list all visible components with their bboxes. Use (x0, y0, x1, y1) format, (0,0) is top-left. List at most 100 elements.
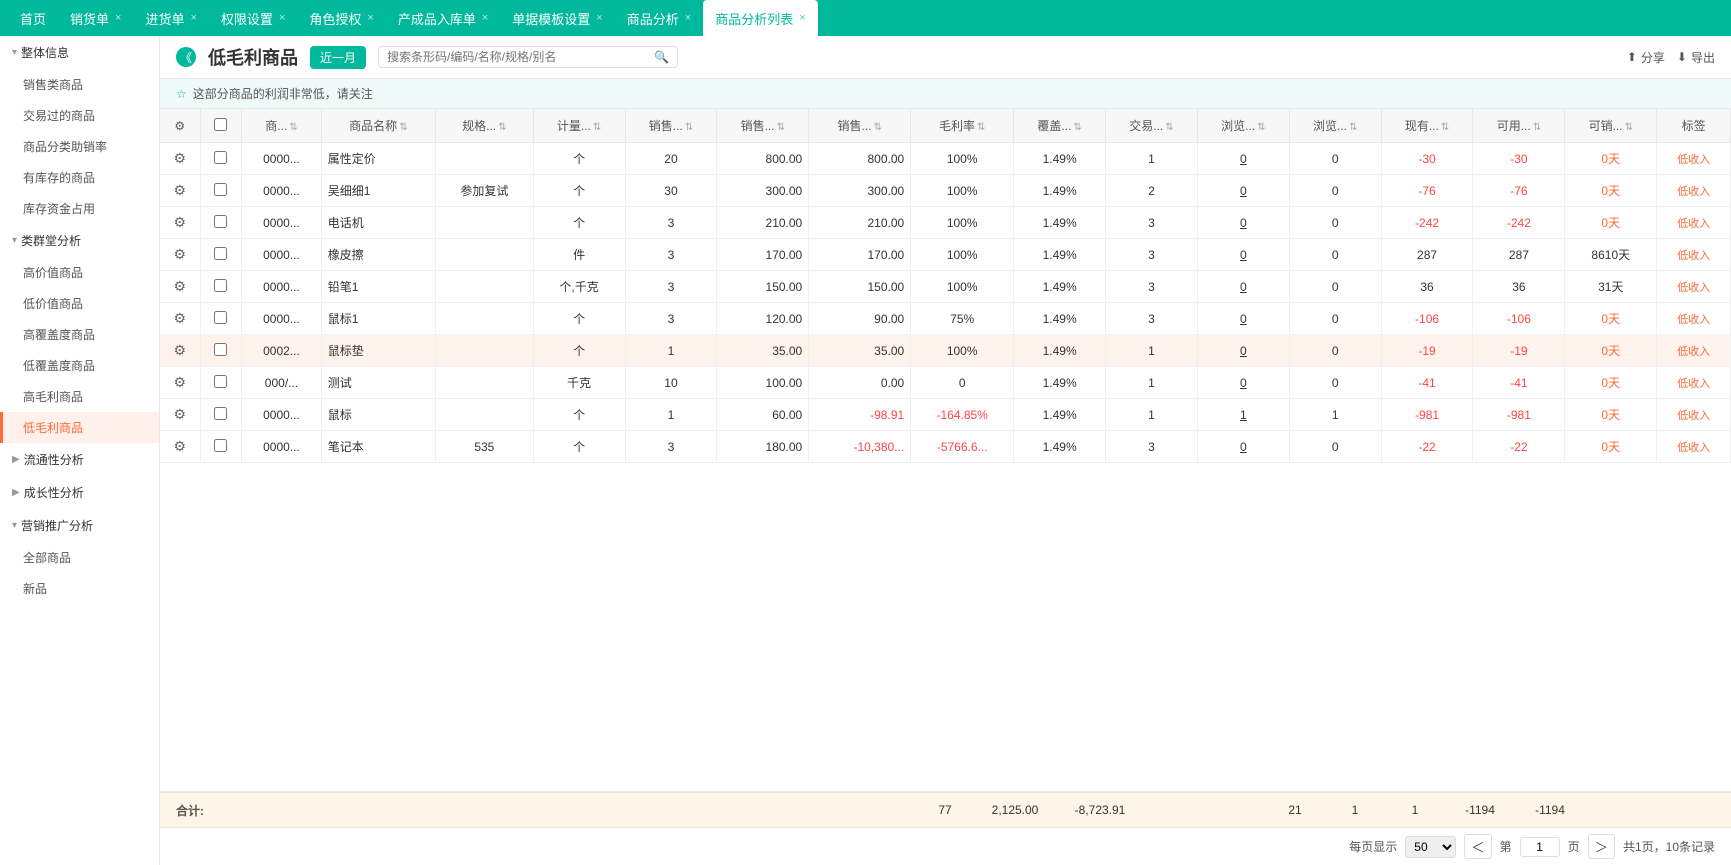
sidebar-item-category-rate[interactable]: 商品分类助销率 (0, 131, 159, 162)
col-coverage[interactable]: 覆盖...⇅ (1014, 109, 1106, 143)
col-unit[interactable]: 计量...⇅ (533, 109, 625, 143)
col-sales-price[interactable]: 销售...⇅ (717, 109, 809, 143)
nav-sales[interactable]: 销货单 × (58, 0, 133, 36)
col-sales-qty[interactable]: 销售...⇅ (625, 109, 717, 143)
nav-permissions[interactable]: 权限设置 × (209, 0, 297, 36)
row-check-0[interactable] (200, 143, 242, 175)
next-page-button[interactable]: ＞ (1588, 834, 1615, 859)
col-checkbox[interactable] (200, 109, 242, 143)
row-gear-3[interactable]: ⚙ (160, 239, 200, 271)
col-tx-count[interactable]: 交易...⇅ (1106, 109, 1198, 143)
sidebar-item-in-stock[interactable]: 有库存的商品 (0, 162, 159, 193)
col-tag[interactable]: 标签 (1657, 109, 1731, 143)
sidebar-item-high-coverage[interactable]: 高覆盖度商品 (0, 319, 159, 350)
row-checkbox-2[interactable] (214, 215, 227, 228)
sidebar-item-high-value[interactable]: 高价值商品 (0, 257, 159, 288)
col-view1[interactable]: 浏览...⇅ (1197, 109, 1289, 143)
row-view1-0[interactable]: 0 (1197, 143, 1289, 175)
nav-template[interactable]: 单据模板设置 × (500, 0, 614, 36)
search-input[interactable] (387, 50, 648, 64)
row-gear-2[interactable]: ⚙ (160, 207, 200, 239)
nav-goods-analysis-list[interactable]: 商品分析列表 × (703, 0, 817, 36)
row-view1-9[interactable]: 0 (1197, 431, 1289, 463)
col-current[interactable]: 现有...⇅ (1381, 109, 1473, 143)
row-checkbox-5[interactable] (214, 311, 227, 324)
export-button[interactable]: ⬇ 导出 (1677, 49, 1715, 66)
row-view1-8[interactable]: 1 (1197, 399, 1289, 431)
nav-goods-analysis-close[interactable]: × (685, 12, 691, 24)
sidebar-item-traded-goods[interactable]: 交易过的商品 (0, 100, 159, 131)
page-number-input[interactable] (1520, 837, 1560, 857)
row-checkbox-9[interactable] (214, 439, 227, 452)
sidebar-item-low-coverage[interactable]: 低覆盖度商品 (0, 350, 159, 381)
row-gear-6[interactable]: ⚙ (160, 335, 200, 367)
row-check-8[interactable] (200, 399, 242, 431)
sidebar-group-marketing[interactable]: ▾ 营销推广分析 (0, 509, 159, 542)
sidebar-group-overall[interactable]: ▾ 整体信息 (0, 36, 159, 69)
row-view1-4[interactable]: 0 (1197, 271, 1289, 303)
row-check-4[interactable] (200, 271, 242, 303)
sidebar-item-low-value[interactable]: 低价值商品 (0, 288, 159, 319)
row-check-6[interactable] (200, 335, 242, 367)
nav-sales-close[interactable]: × (115, 12, 121, 24)
sidebar-item-low-margin[interactable]: 低毛利商品 (0, 412, 159, 443)
row-check-2[interactable] (200, 207, 242, 239)
nav-purchase-close[interactable]: × (190, 12, 196, 24)
sidebar-group-growth[interactable]: ▶ 成长性分析 (0, 476, 159, 509)
row-checkbox-8[interactable] (214, 407, 227, 420)
row-checkbox-0[interactable] (214, 151, 227, 164)
nav-purchase[interactable]: 进货单 × (133, 0, 208, 36)
col-saleable[interactable]: 可销...⇅ (1565, 109, 1657, 143)
filter-recent-button[interactable]: 近一月 (310, 46, 366, 69)
sidebar-group-cluster[interactable]: ▾ 类群堂分析 (0, 224, 159, 257)
sidebar-group-flow[interactable]: ▶ 流通性分析 (0, 443, 159, 476)
nav-home[interactable]: 首页 (8, 0, 58, 36)
page-size-select[interactable]: 50 20 100 (1405, 836, 1456, 858)
row-view1-7[interactable]: 0 (1197, 367, 1289, 399)
col-name[interactable]: 商品名称⇅ (321, 109, 435, 143)
row-gear-7[interactable]: ⚙ (160, 367, 200, 399)
col-available[interactable]: 可用...⇅ (1473, 109, 1565, 143)
col-view2[interactable]: 浏览...⇅ (1289, 109, 1381, 143)
col-spec[interactable]: 规格...⇅ (436, 109, 534, 143)
col-gross-rate[interactable]: 毛利率⇅ (911, 109, 1014, 143)
nav-product-entry-close[interactable]: × (482, 12, 488, 24)
nav-roles-close[interactable]: × (367, 12, 373, 24)
row-view1-1[interactable]: 0 (1197, 175, 1289, 207)
row-checkbox-4[interactable] (214, 279, 227, 292)
row-gear-0[interactable]: ⚙ (160, 143, 200, 175)
row-view1-2[interactable]: 0 (1197, 207, 1289, 239)
gear-icon[interactable]: ⚙ (174, 119, 185, 133)
row-view1-5[interactable]: 0 (1197, 303, 1289, 335)
col-sales-profit[interactable]: 销售...⇅ (809, 109, 911, 143)
search-icon[interactable]: 🔍 (654, 50, 669, 64)
nav-product-entry[interactable]: 产成品入库单 × (386, 0, 500, 36)
sidebar-item-all-goods[interactable]: 全部商品 (0, 542, 159, 573)
share-button[interactable]: ⬆ 分享 (1627, 49, 1665, 66)
nav-permissions-close[interactable]: × (279, 12, 285, 24)
nav-template-close[interactable]: × (596, 12, 602, 24)
prev-page-button[interactable]: ＜ (1464, 834, 1491, 859)
row-checkbox-1[interactable] (214, 183, 227, 196)
sidebar-item-new-goods[interactable]: 新品 (0, 573, 159, 604)
nav-roles[interactable]: 角色授权 × (297, 0, 385, 36)
col-code[interactable]: 商...⇅ (242, 109, 322, 143)
col-gear[interactable]: ⚙ (160, 109, 200, 143)
collapse-sidebar-button[interactable]: 《 (176, 47, 196, 67)
sidebar-item-sales-goods[interactable]: 销售类商品 (0, 69, 159, 100)
row-checkbox-3[interactable] (214, 247, 227, 260)
row-check-7[interactable] (200, 367, 242, 399)
row-checkbox-7[interactable] (214, 375, 227, 388)
sidebar-item-stock-capital[interactable]: 库存资金占用 (0, 193, 159, 224)
select-all-checkbox[interactable] (214, 118, 227, 131)
row-gear-8[interactable]: ⚙ (160, 399, 200, 431)
row-gear-5[interactable]: ⚙ (160, 303, 200, 335)
row-gear-9[interactable]: ⚙ (160, 431, 200, 463)
row-check-5[interactable] (200, 303, 242, 335)
row-checkbox-6[interactable] (214, 343, 227, 356)
row-gear-4[interactable]: ⚙ (160, 271, 200, 303)
row-check-1[interactable] (200, 175, 242, 207)
row-view1-3[interactable]: 0 (1197, 239, 1289, 271)
nav-goods-analysis-list-close[interactable]: × (799, 12, 805, 24)
nav-goods-analysis[interactable]: 商品分析 × (615, 0, 703, 36)
